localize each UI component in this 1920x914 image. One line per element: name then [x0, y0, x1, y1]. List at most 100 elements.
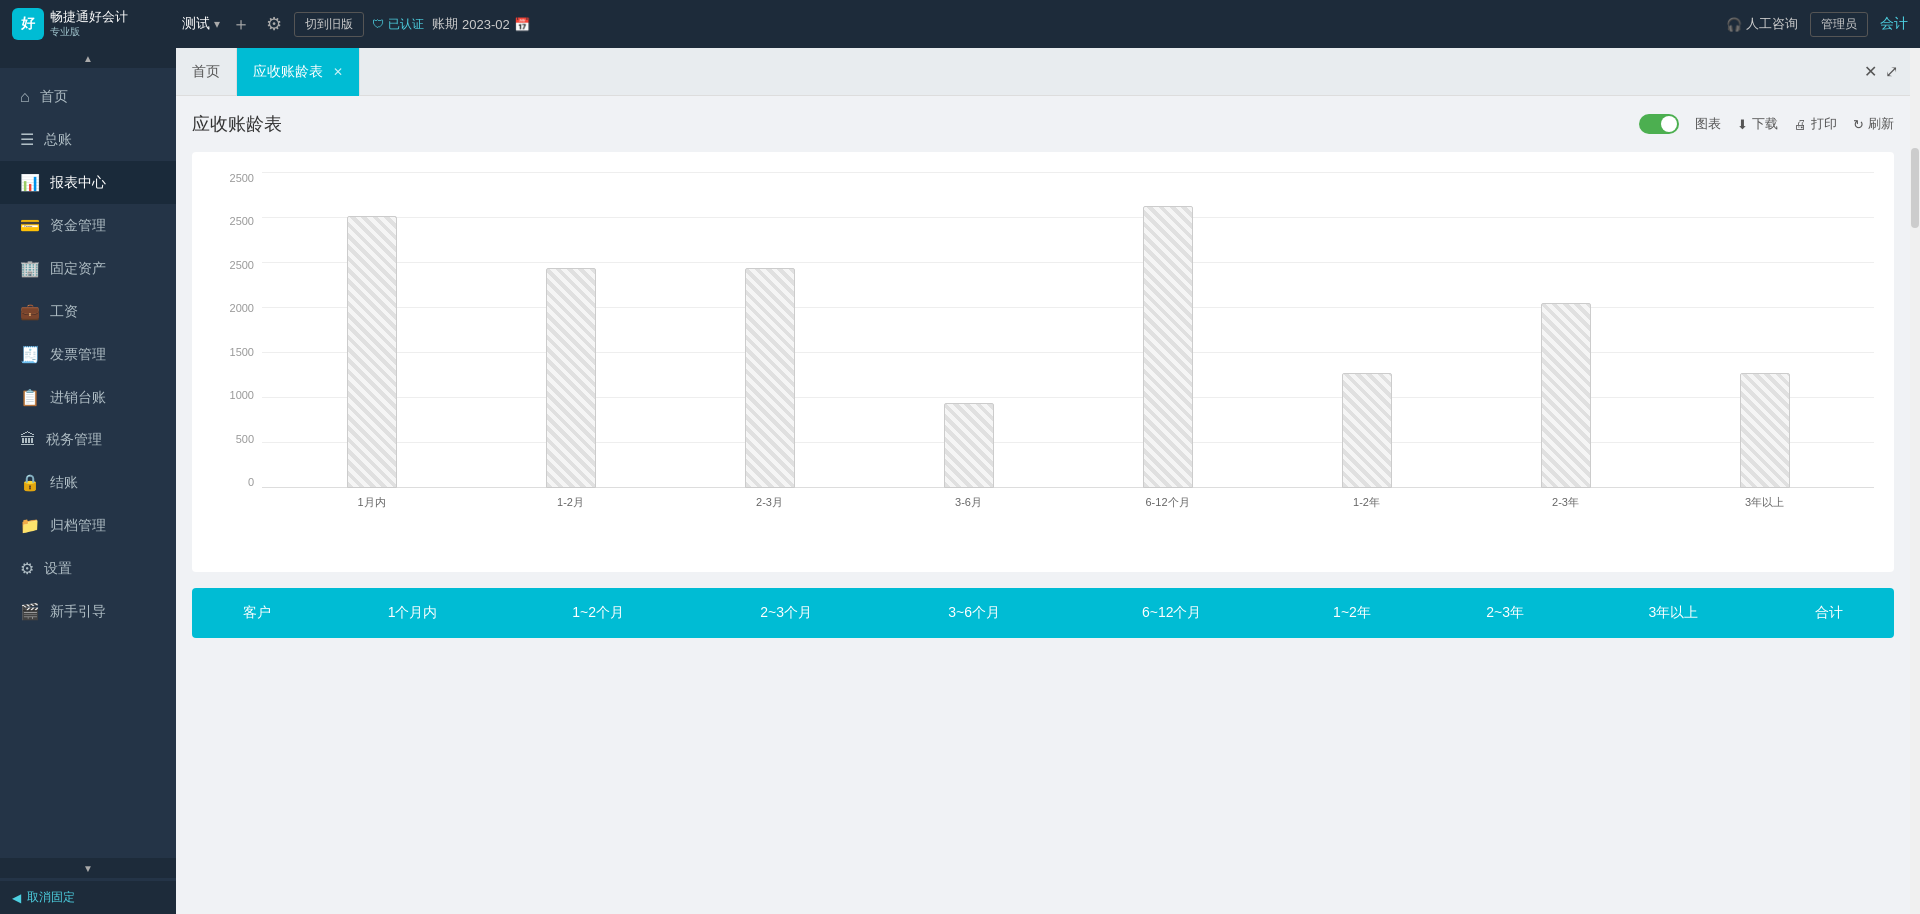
sidebar-item-settings[interactable]: ⚙ 设置: [0, 547, 176, 590]
sidebar-item-guide[interactable]: 🎬 新手引导: [0, 590, 176, 633]
salary-icon: 💼: [20, 302, 40, 321]
page-header: 应收账龄表 图表 ⬇ 下载 🖨 打印 ↻: [192, 112, 1894, 136]
col-1-2month: 1~2个月: [504, 588, 692, 638]
col-2-3month: 2~3个月: [692, 588, 880, 638]
header-right: 🎧 人工咨询 管理员 会计: [1726, 12, 1908, 37]
ledger-icon: ☰: [20, 130, 34, 149]
col-6-12month: 6~12个月: [1068, 588, 1275, 638]
sidebar: ▲ ⌂ 首页 ☰ 总账 📊 报表中心 💳 资金管理 🏢 固定资产: [0, 48, 176, 914]
bar-label-5: 6-12个月: [1145, 495, 1189, 510]
bar-label-2: 1-2月: [557, 495, 584, 510]
header-main: 测试 ▾ ＋ ⚙ 切到旧版 🛡 已认证 账期 2023-02 📅: [182, 8, 1716, 40]
sidebar-item-salary[interactable]: 💼 工资: [0, 290, 176, 333]
sidebar-nav: ⌂ 首页 ☰ 总账 📊 报表中心 💳 资金管理 🏢 固定资产 💼 工资: [0, 68, 176, 641]
col-customer: 客户: [192, 588, 321, 638]
bar-2-3year: [1541, 303, 1591, 488]
sidebar-item-reports[interactable]: 📊 报表中心: [0, 161, 176, 204]
bar-group-3: 2-3月: [745, 268, 795, 488]
headset-icon: 🎧: [1726, 17, 1742, 32]
sidebar-item-capital[interactable]: 💳 资金管理: [0, 204, 176, 247]
scrollbar[interactable]: [1910, 48, 1920, 914]
sidebar-item-close[interactable]: 🔒 结账: [0, 461, 176, 504]
bar-3-6month: [944, 403, 994, 488]
home-icon: ⌂: [20, 88, 30, 106]
bar-group-7: 2-3年: [1541, 303, 1591, 488]
bar-label-8: 3年以上: [1745, 495, 1784, 510]
archive-icon: 📁: [20, 516, 40, 535]
add-button[interactable]: ＋: [228, 8, 254, 40]
bar-group-5: 6-12个月: [1143, 206, 1193, 488]
role-button[interactable]: 会计: [1880, 15, 1908, 33]
sidebar-scroll-up[interactable]: ▲: [0, 48, 176, 68]
bar-6-12month: [1143, 206, 1193, 488]
tab-close-icon[interactable]: ✕: [333, 65, 343, 79]
tab-home[interactable]: 首页: [176, 48, 237, 96]
col-3-6month: 3~6个月: [880, 588, 1068, 638]
bar-2-3month: [745, 268, 795, 488]
sidebar-scroll-down[interactable]: ▼: [0, 858, 176, 878]
company-selector[interactable]: 测试 ▾: [182, 15, 220, 33]
bar-1month: [347, 216, 397, 488]
unpin-button[interactable]: ◀ 取消固定: [0, 881, 176, 914]
sidebar-item-tax[interactable]: 🏛 税务管理: [0, 419, 176, 461]
sidebar-item-home[interactable]: ⌂ 首页: [0, 76, 176, 118]
page-title: 应收账龄表: [192, 112, 282, 136]
close-account-icon: 🔒: [20, 473, 40, 492]
col-1month: 1个月内: [321, 588, 504, 638]
main-layout: ▲ ⌂ 首页 ☰ 总账 📊 报表中心 💳 资金管理 🏢 固定资产: [0, 48, 1920, 914]
refresh-icon: ↻: [1853, 117, 1864, 132]
consult-button[interactable]: 🎧 人工咨询: [1726, 15, 1798, 33]
tab-aging[interactable]: 应收账龄表 ✕: [237, 48, 360, 96]
settings-icon[interactable]: ⚙: [262, 9, 286, 39]
old-version-button[interactable]: 切到旧版: [294, 12, 364, 37]
sidebar-item-invoice[interactable]: 🧾 发票管理: [0, 333, 176, 376]
manager-button[interactable]: 管理员: [1810, 12, 1868, 37]
scrollbar-thumb[interactable]: [1911, 148, 1919, 228]
download-button[interactable]: ⬇ 下载: [1737, 115, 1778, 133]
logo-icon: 好: [12, 8, 44, 40]
page-content: 应收账龄表 图表 ⬇ 下载 🖨 打印 ↻: [176, 96, 1910, 914]
assets-icon: 🏢: [20, 259, 40, 278]
bar-1-2month: [546, 268, 596, 488]
guide-icon: 🎬: [20, 602, 40, 621]
bar-group-6: 1-2年: [1342, 373, 1392, 488]
bar-label-7: 2-3年: [1552, 495, 1579, 510]
bar-1-2year: [1342, 373, 1392, 488]
period-info: 账期 2023-02 📅: [432, 15, 530, 33]
chevron-down-icon: ▾: [214, 17, 220, 31]
shield-icon: 🛡: [372, 17, 384, 31]
chart-label[interactable]: 图表: [1695, 115, 1721, 133]
sidebar-item-assets[interactable]: 🏢 固定资产: [0, 247, 176, 290]
col-3plus-year: 3年以上: [1582, 588, 1765, 638]
chart-inner: 1月内 1-2月 2-3月: [262, 172, 1874, 512]
bar-label-6: 1-2年: [1353, 495, 1380, 510]
tab-bar-right: ✕ ⤢: [1864, 62, 1910, 81]
print-button[interactable]: 🖨 打印: [1794, 115, 1837, 133]
calendar-icon[interactable]: 📅: [514, 17, 530, 32]
invoice-icon: 🧾: [20, 345, 40, 364]
bar-3plus-year: [1740, 373, 1790, 488]
chart-toggle[interactable]: [1639, 114, 1679, 134]
refresh-button[interactable]: ↻ 刷新: [1853, 115, 1894, 133]
col-1-2year: 1~2年: [1275, 588, 1428, 638]
bar-group-8: 3年以上: [1740, 373, 1790, 488]
reports-icon: 📊: [20, 173, 40, 192]
top-header: 好 畅捷通好会计 专业版 测试 ▾ ＋ ⚙ 切到旧版 🛡 已认证 账期 2023…: [0, 0, 1920, 48]
tax-icon: 🏛: [20, 431, 36, 449]
capital-icon: 💳: [20, 216, 40, 235]
table-header: 客户 1个月内 1~2个月 2~3个月 3~6个月 6~12个月 1~2年 2~…: [192, 588, 1894, 638]
window-expand-button[interactable]: ⤢: [1885, 62, 1898, 81]
table-header-row: 客户 1个月内 1~2个月 2~3个月 3~6个月 6~12个月 1~2年 2~…: [192, 588, 1894, 638]
logo-area: 好 畅捷通好会计 专业版: [12, 8, 172, 40]
logo-text: 畅捷通好会计 专业版: [50, 9, 128, 39]
bar-group-4: 3-6月: [944, 403, 994, 488]
sidebar-item-trade[interactable]: 📋 进销台账: [0, 376, 176, 419]
print-icon: 🖨: [1794, 117, 1807, 132]
sidebar-item-archive[interactable]: 📁 归档管理: [0, 504, 176, 547]
window-close-button[interactable]: ✕: [1864, 62, 1877, 81]
bar-label-1: 1月内: [357, 495, 385, 510]
bar-group-2: 1-2月: [546, 268, 596, 488]
sidebar-item-ledger[interactable]: ☰ 总账: [0, 118, 176, 161]
col-2-3year: 2~3年: [1429, 588, 1582, 638]
certified-badge: 🛡 已认证: [372, 16, 424, 33]
